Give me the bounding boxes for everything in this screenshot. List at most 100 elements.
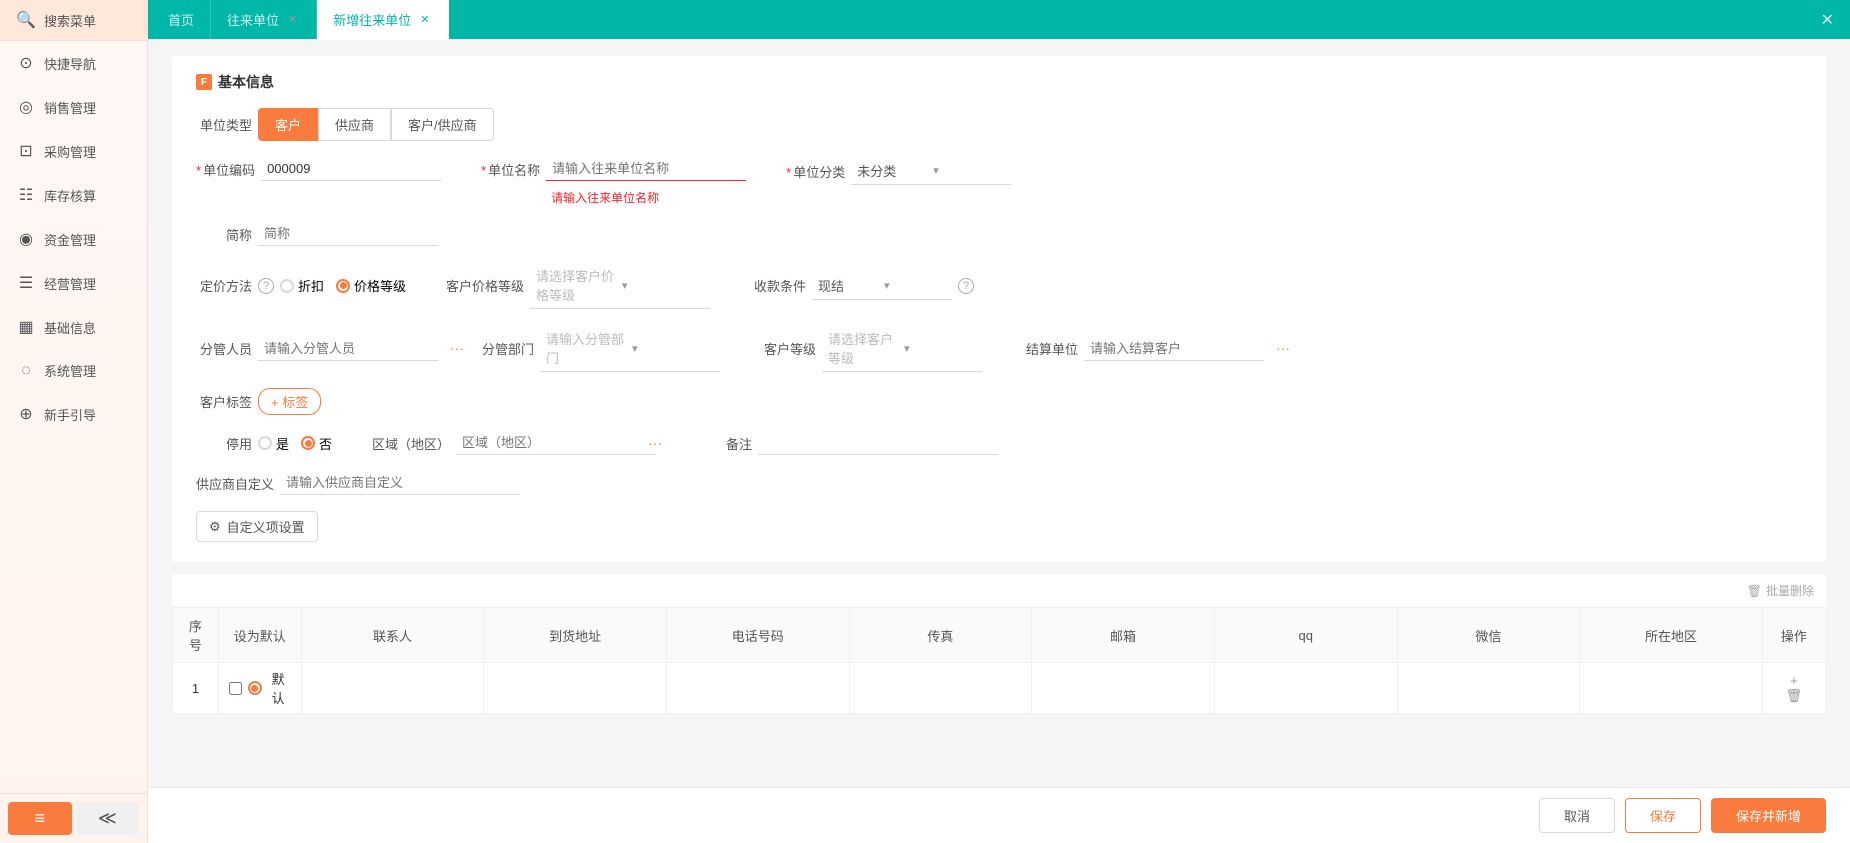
- settlement-input[interactable]: [1084, 337, 1272, 360]
- region-input[interactable]: [456, 431, 644, 454]
- cell-wechat[interactable]: [1397, 663, 1580, 714]
- sidebar-bottom-btn[interactable]: ≡: [8, 802, 72, 835]
- settlement-label: 结算单位: [1022, 339, 1078, 358]
- customer-level-group: 客户等级 请选择客户等级 ▾: [760, 325, 982, 372]
- dept-group: 分管部门 请输入分管部门 ▾: [478, 325, 720, 372]
- region-cell-input[interactable]: [1590, 681, 1752, 696]
- tab-home[interactable]: 首页: [152, 0, 211, 40]
- unit-name-error: 请输入往来单位名称: [551, 189, 659, 206]
- unit-code-input[interactable]: [261, 157, 441, 181]
- tab-new-partner[interactable]: 新增往来单位 ✕: [317, 0, 449, 40]
- sidebar-item-inventory[interactable]: ☷ 库存核算: [0, 173, 147, 217]
- cancel-button[interactable]: 取消: [1539, 798, 1615, 833]
- sidebar-item-basic-info[interactable]: ▦ 基础信息: [0, 305, 147, 349]
- col-qq: qq: [1214, 608, 1397, 663]
- customer-level-select[interactable]: 请选择客户等级 ▾: [822, 325, 982, 372]
- btn-supplier[interactable]: 供应商: [318, 108, 391, 141]
- customer-price-select[interactable]: 请选择客户价格等级 ▾: [530, 262, 710, 309]
- sales-icon: ◎: [16, 97, 36, 117]
- address-input[interactable]: [494, 681, 656, 696]
- custom-settings-btn[interactable]: ⚙ 自定义项设置: [196, 511, 318, 542]
- supplier-custom-input[interactable]: [280, 471, 520, 495]
- cell-phone[interactable]: [666, 663, 849, 714]
- tab-partner-list[interactable]: 往来单位 ✕: [211, 0, 317, 40]
- unit-code-group: 单位编码: [196, 157, 441, 181]
- tab-bar: 首页 往来单位 ✕ 新增往来单位 ✕ ✕: [148, 0, 1850, 40]
- cell-address[interactable]: [484, 663, 667, 714]
- disable-radio-group: 是 否: [258, 434, 332, 453]
- row-checkbox[interactable]: [229, 682, 242, 695]
- add-row-btn[interactable]: +: [1790, 673, 1798, 688]
- manager-ellipsis-btn[interactable]: ···: [446, 340, 468, 356]
- unit-name-label: 单位名称: [481, 160, 540, 179]
- save-button[interactable]: 保存: [1625, 798, 1701, 833]
- customer-level-arrow: ▾: [904, 342, 976, 355]
- customer-price-label: 客户价格等级: [446, 276, 524, 295]
- col-region: 所在地区: [1580, 608, 1763, 663]
- radio-yes[interactable]: 是: [258, 434, 289, 453]
- phone-input[interactable]: [677, 681, 839, 696]
- sidebar-item-guide[interactable]: ⊕ 新手引导: [0, 392, 147, 436]
- fax-input[interactable]: [860, 681, 1022, 696]
- cell-fax[interactable]: [849, 663, 1032, 714]
- sidebar-item-operations[interactable]: ☰ 经营管理: [0, 261, 147, 305]
- close-all-tabs[interactable]: ✕: [1809, 10, 1846, 30]
- default-radio[interactable]: 默认: [248, 669, 291, 707]
- main-area: 首页 往来单位 ✕ 新增往来单位 ✕ ✕ F 基本信息 单位类型 客户: [148, 0, 1850, 843]
- remark-input[interactable]: [758, 431, 998, 455]
- abbr-input[interactable]: [258, 222, 438, 246]
- email-input[interactable]: [1042, 681, 1204, 696]
- region-group: 区域（地区） ···: [372, 431, 656, 455]
- save-and-new-button[interactable]: 保存并新增: [1711, 798, 1826, 833]
- sidebar-item-system[interactable]: ◌ 系统管理: [0, 349, 147, 392]
- btn-customer[interactable]: 客户: [258, 108, 318, 141]
- sidebar-item-purchase[interactable]: ⊡ 采购管理: [0, 129, 147, 173]
- batch-delete-btn[interactable]: 🗑 批量删除: [1747, 582, 1814, 599]
- sidebar-item-sales[interactable]: ◎ 销售管理: [0, 85, 147, 129]
- pricing-help-icon[interactable]: ?: [258, 278, 274, 294]
- radio-discount[interactable]: 折扣: [280, 276, 324, 295]
- cell-email[interactable]: [1032, 663, 1215, 714]
- add-tag-btn[interactable]: + 标签: [258, 388, 321, 415]
- cell-qq[interactable]: [1214, 663, 1397, 714]
- unit-class-select[interactable]: 未分类 ▾: [851, 157, 1011, 185]
- unit-info-row: 单位编码 单位名称 请输入往来单位名称 单位分类: [196, 157, 1802, 206]
- radio-yes-circle: [258, 436, 272, 450]
- search-menu-item[interactable]: 🔍 搜索菜单: [0, 0, 147, 41]
- btn-both[interactable]: 客户/供应商: [391, 108, 494, 141]
- payment-select[interactable]: 现结 ▾: [812, 272, 952, 300]
- dept-arrow: ▾: [632, 342, 714, 355]
- operations-icon: ☰: [16, 273, 36, 293]
- radio-discount-circle: [280, 279, 294, 293]
- radio-price-level[interactable]: 价格等级: [336, 276, 406, 295]
- radio-no[interactable]: 否: [301, 434, 332, 453]
- settlement-ellipsis-btn[interactable]: ···: [1272, 340, 1294, 356]
- cell-default: 默认: [218, 663, 301, 714]
- disable-group: 停用 是 否: [196, 434, 332, 453]
- finance-icon: ◉: [16, 229, 36, 249]
- col-index: 序号: [173, 608, 219, 663]
- wechat-input[interactable]: [1408, 681, 1570, 696]
- pricing-label: 定价方法: [196, 276, 252, 295]
- delete-row-btn[interactable]: 🗑: [1786, 688, 1803, 703]
- unit-name-input[interactable]: [546, 157, 746, 181]
- disable-row: 停用 是 否 区域（地区）: [196, 431, 1802, 455]
- sidebar-item-finance[interactable]: ◉ 资金管理: [0, 217, 147, 261]
- col-contact: 联系人: [301, 608, 484, 663]
- sidebar-item-quick-nav[interactable]: ⊙ 快捷导航: [0, 41, 147, 85]
- system-icon: ◌: [16, 362, 36, 380]
- cell-region[interactable]: [1580, 663, 1763, 714]
- payment-help-icon[interactable]: ?: [958, 278, 974, 294]
- cell-action: + 🗑: [1762, 663, 1825, 714]
- dept-label: 分管部门: [478, 339, 534, 358]
- region-ellipsis-btn[interactable]: ···: [644, 435, 666, 451]
- tab-partner-list-close[interactable]: ✕: [285, 12, 300, 27]
- manager-input[interactable]: [258, 337, 446, 360]
- tab-new-partner-close[interactable]: ✕: [417, 12, 432, 27]
- supplier-custom-row: 供应商自定义: [196, 471, 1802, 495]
- qq-input[interactable]: [1225, 681, 1387, 696]
- cell-contact[interactable]: [301, 663, 484, 714]
- dept-select[interactable]: 请输入分管部门 ▾: [540, 325, 720, 372]
- contact-input[interactable]: [312, 681, 474, 696]
- sidebar-bottom-btn2[interactable]: ≪: [76, 802, 140, 835]
